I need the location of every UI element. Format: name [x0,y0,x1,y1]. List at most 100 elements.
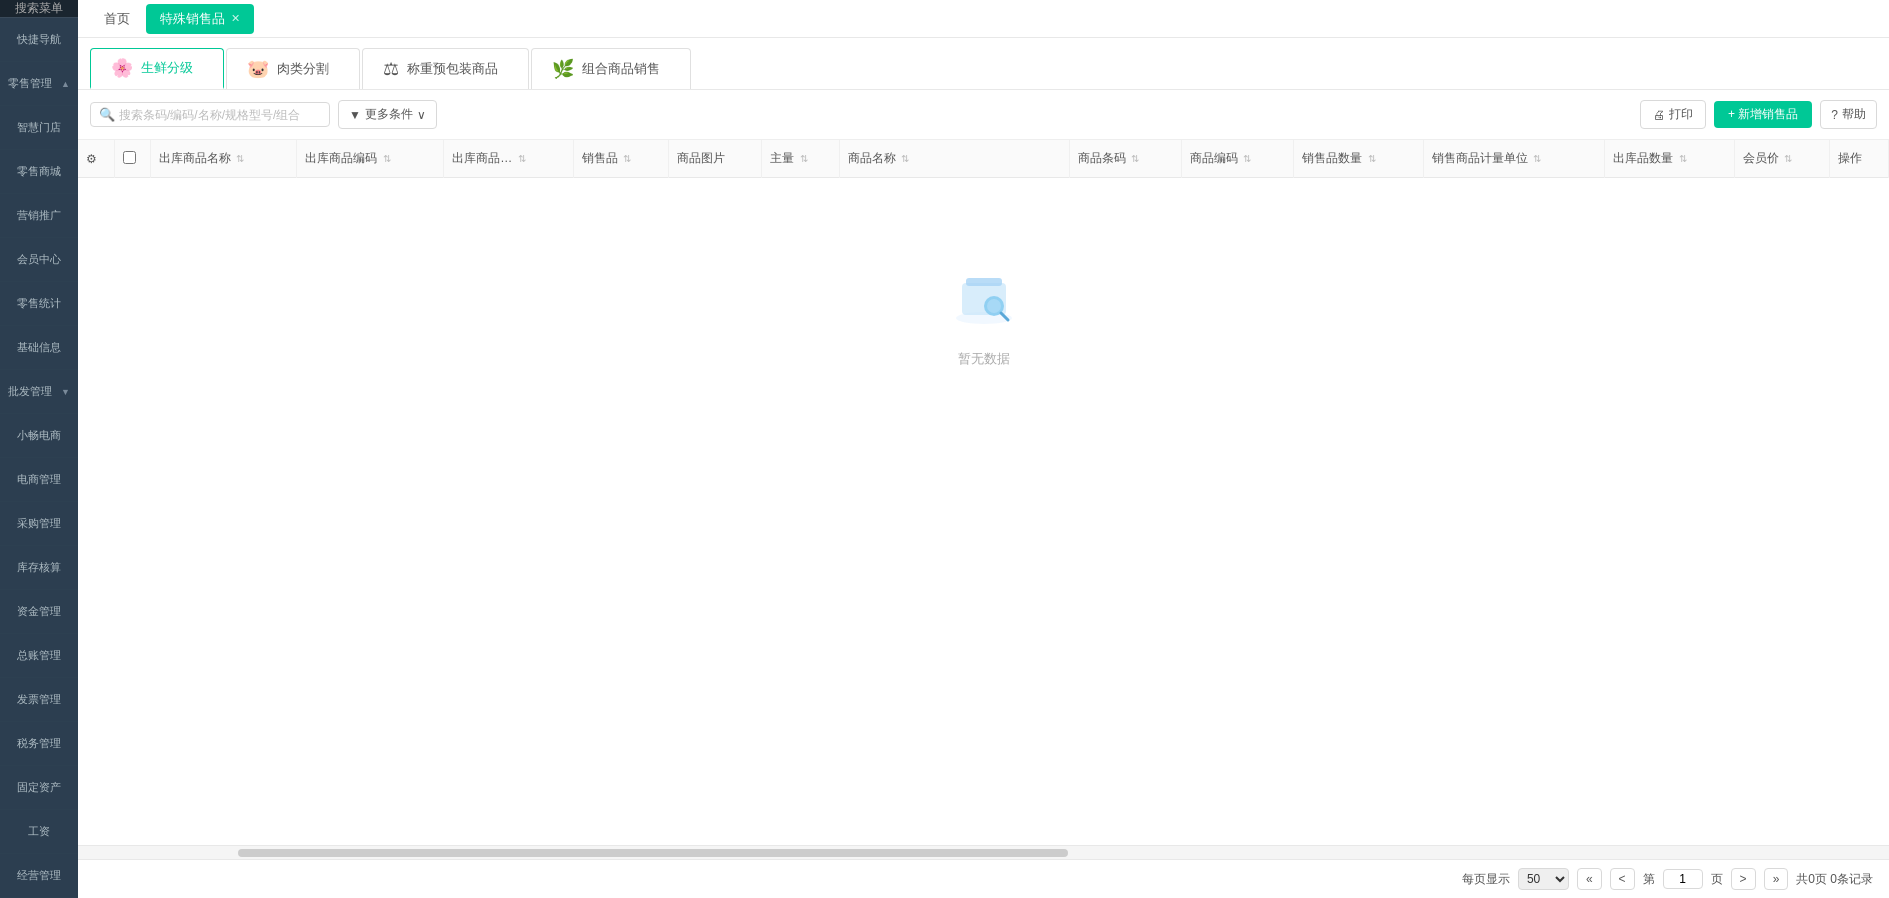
sidebar-item-quick-nav[interactable]: 快捷导航 [0,18,78,62]
cat-tab-weight-pack[interactable]: ⚖ 称重预包装商品 [362,48,529,89]
sidebar-item-inventory[interactable]: 库存核算 [0,546,78,590]
select-all-checkbox[interactable] [123,151,136,164]
sort-icon[interactable]: ⇅ [1784,153,1792,164]
help-icon: ? [1831,108,1838,122]
th-out-product-more: 出库商品… ⇅ [444,140,574,178]
sidebar-item-wages[interactable]: 工资 [0,810,78,854]
search-input[interactable] [119,108,321,122]
wages-label: 工资 [28,824,50,839]
sort-icon[interactable]: ⇅ [1368,153,1376,164]
sidebar-item-marketing[interactable]: 营销推广 [0,194,78,238]
th-sale-product: 销售品 ⇅ [573,140,668,178]
gear-col-icon: ⚙ [86,152,97,166]
tab-close-icon[interactable]: ✕ [231,12,240,25]
toolbar: 🔍 ▼ 更多条件 ∨ 🖨 打印 + 新增销售品 [78,90,1889,140]
mini-ecomm-label: 小畅电商 [17,428,61,443]
page-label: 第 [1643,871,1655,888]
empty-icon [944,258,1024,338]
th-gear[interactable]: ⚙ [78,140,114,178]
table-header-row: ⚙ 出库商品名称 ⇅ 出库商品编码 ⇅ [78,140,1889,178]
h-scrollbar[interactable] [78,845,1889,859]
basic-info-label: 基础信息 [17,340,61,355]
sidebar-item-retail-mgmt[interactable]: 零售管理 ▲ [0,62,78,106]
sidebar-item-wholesale-mgmt[interactable]: 批发管理 ▼ [0,370,78,414]
sort-icon[interactable]: ⇅ [623,153,631,164]
th-member-price: 会员价 ⇅ [1734,140,1829,178]
help-label: 帮助 [1842,106,1866,123]
top-tabs: 首页 特殊销售品 ✕ [78,0,1889,38]
ecomm-mgmt-label: 电商管理 [17,472,61,487]
filter-label: 更多条件 [365,106,413,123]
sidebar-item-mini-ecomm[interactable]: 小畅电商 [0,414,78,458]
next-page-button[interactable]: > [1731,868,1756,890]
svg-rect-2 [966,278,1002,286]
sidebar-item-tax-mgmt[interactable]: 税务管理 [0,722,78,766]
sidebar-item-fixed-assets[interactable]: 固定资产 [0,766,78,810]
th-sale-unit: 销售商品计量单位 ⇅ [1424,140,1605,178]
th-main-quantity: 主量 ⇅ [762,140,840,178]
cat-tab-fresh-grade[interactable]: 🌸 生鲜分级 [90,48,224,89]
print-button[interactable]: 🖨 打印 [1640,100,1706,129]
th-checkbox[interactable] [114,140,150,178]
active-tab-label: 特殊销售品 [160,10,225,28]
first-page-button[interactable]: « [1577,868,1602,890]
sort-icon[interactable]: ⇅ [236,153,244,164]
page-input[interactable] [1663,869,1703,889]
sort-icon[interactable]: ⇅ [800,153,808,164]
search-box[interactable]: 🔍 [90,102,330,127]
sidebar-item-retail-stats[interactable]: 零售统计 [0,282,78,326]
purchase-mgmt-label: 采购管理 [17,516,61,531]
sort-icon[interactable]: ⇅ [518,153,526,164]
svg-point-5 [987,299,1001,313]
empty-text: 暂无数据 [958,350,1010,368]
per-page-select[interactable]: 50 10 20 100 [1518,868,1569,890]
print-label: 打印 [1669,106,1693,123]
main-content: 首页 特殊销售品 ✕ 🌸 生鲜分级 🐷 肉类分割 ⚖ [78,0,1889,898]
filter-icon: ▼ [349,108,361,122]
sidebar-logo: 搜索菜单 [0,0,78,18]
sidebar-item-retail-mall[interactable]: 零售商城 [0,150,78,194]
sidebar-item-account-mgmt[interactable]: 总账管理 [0,634,78,678]
combo-sales-label: 组合商品销售 [582,60,660,78]
sort-icon[interactable]: ⇅ [1679,153,1687,164]
new-sale-button[interactable]: + 新增销售品 [1714,101,1812,128]
filter-arrow-icon: ∨ [417,108,426,122]
th-operations: 操作 [1830,140,1889,178]
sort-icon[interactable]: ⇅ [901,153,909,164]
sidebar-item-ops-mgmt[interactable]: 经营管理 [0,854,78,898]
sidebar-item-member-center[interactable]: 会员中心 [0,238,78,282]
th-product-barcode: 商品条码 ⇅ [1069,140,1181,178]
sidebar-item-ecomm-mgmt[interactable]: 电商管理 [0,458,78,502]
retail-mgmt-label: 零售管理 [8,76,52,91]
sidebar-item-invoice-mgmt[interactable]: 发票管理 [0,678,78,722]
invoice-mgmt-label: 发票管理 [17,692,61,707]
sidebar-item-capital-mgmt[interactable]: 资金管理 [0,590,78,634]
page-unit: 页 [1711,871,1723,888]
tax-mgmt-label: 税务管理 [17,736,61,751]
sidebar-item-smart-store[interactable]: 智慧门店 [0,106,78,150]
wholesale-mgmt-arrow: ▼ [61,387,70,397]
cat-tab-combo-sales[interactable]: 🌿 组合商品销售 [531,48,691,89]
sidebar-item-basic-info[interactable]: 基础信息 [0,326,78,370]
help-button[interactable]: ? 帮助 [1820,100,1877,129]
last-page-button[interactable]: » [1764,868,1789,890]
sidebar-item-purchase-mgmt[interactable]: 采购管理 [0,502,78,546]
sidebar: 搜索菜单 快捷导航 零售管理 ▲ 智慧门店 零售商城 营销推广 会员中心 零售统… [0,0,78,898]
sort-icon[interactable]: ⇅ [1533,153,1541,164]
tab-home[interactable]: 首页 [90,4,144,34]
th-out-product-code: 出库商品编码 ⇅ [297,140,444,178]
th-product-image: 商品图片 [668,140,761,178]
prev-page-button[interactable]: < [1610,868,1635,890]
wholesale-mgmt-label: 批发管理 [8,384,52,399]
h-scrollbar-thumb[interactable] [238,849,1068,857]
filter-button[interactable]: ▼ 更多条件 ∨ [338,100,437,129]
category-tabs: 🌸 生鲜分级 🐷 肉类分割 ⚖ 称重预包装商品 🌿 组合商品销售 [78,38,1889,90]
th-sale-qty: 销售品数量 ⇅ [1294,140,1424,178]
sort-icon[interactable]: ⇅ [1131,153,1139,164]
sort-icon[interactable]: ⇅ [383,153,391,164]
tab-special-sales[interactable]: 特殊销售品 ✕ [146,4,254,34]
th-out-product-name: 出库商品名称 ⇅ [150,140,297,178]
weight-pack-label: 称重预包装商品 [407,60,498,78]
cat-tab-meat-cut[interactable]: 🐷 肉类分割 [226,48,360,89]
sort-icon[interactable]: ⇅ [1243,153,1251,164]
